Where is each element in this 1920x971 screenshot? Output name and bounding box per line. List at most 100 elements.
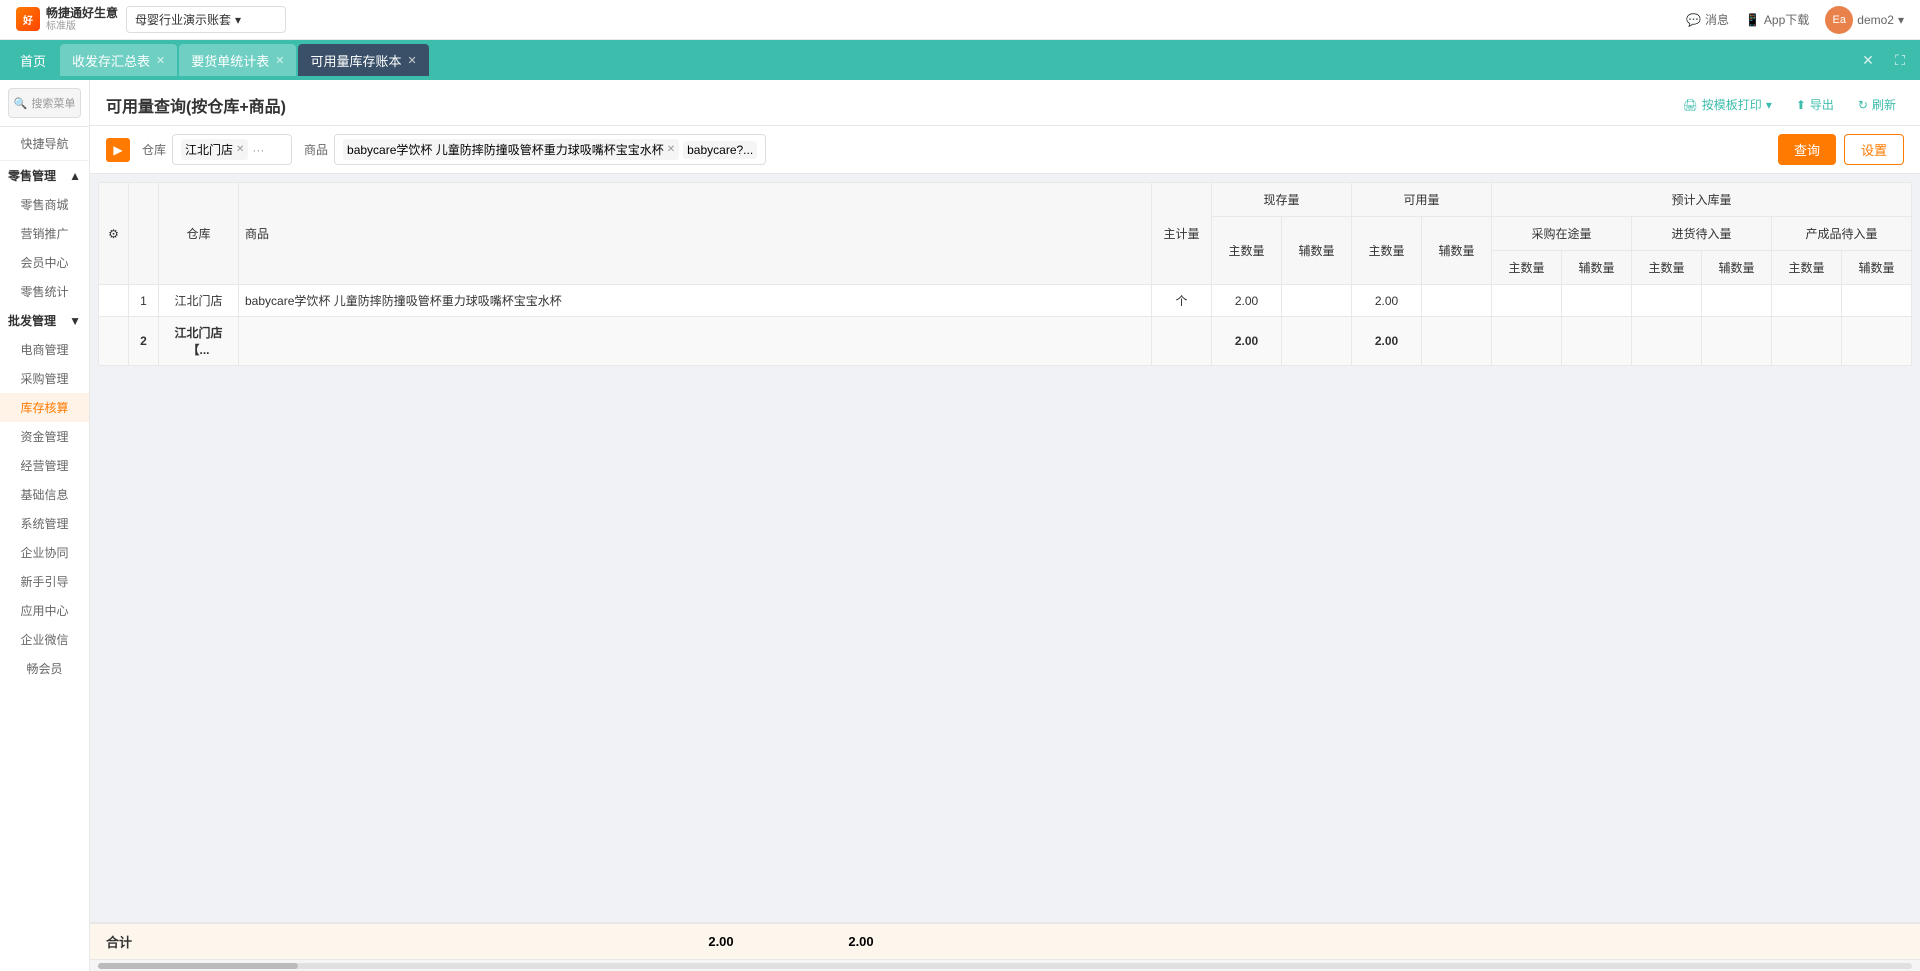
sidebar-item-ecommerce[interactable]: 电商管理 <box>0 335 89 364</box>
group-avail-aux <box>1422 317 1492 366</box>
phone-icon: 📱 <box>1745 13 1760 27</box>
filter-actions: 查询 设置 <box>1778 134 1904 165</box>
tab-close-available-stock[interactable]: ✕ <box>408 54 417 67</box>
nav-maximize-btn[interactable]: ⛶ <box>1888 48 1912 72</box>
sidebar-item-enterprise[interactable]: 企业协同 <box>0 538 89 567</box>
nav-tabs: 首页 收发存汇总表 ✕ 要货单统计表 ✕ 可用量库存账本 ✕ ✕ ⛶ <box>0 40 1920 80</box>
logo-area: 好 畅捷通好生意 标准版 <box>16 6 118 32</box>
warehouse-filter: 仓库 江北门店 ✕ ··· <box>142 134 292 165</box>
tab-home[interactable]: 首页 <box>8 44 58 76</box>
warehouse-tag-remove[interactable]: ✕ <box>236 144 244 155</box>
cell-purchase-main <box>1492 285 1562 317</box>
search-menu-btn[interactable]: 🔍 搜索菜单 <box>8 88 81 118</box>
th-settings[interactable]: ⚙ <box>99 183 129 285</box>
cell-no: 1 <box>129 285 159 317</box>
cell-product: babycare学饮杯 儿童防摔防撞吸管杯重力球吸嘴杯宝宝水杯 <box>239 285 1152 317</box>
setting-btn[interactable]: 设置 <box>1844 134 1904 165</box>
scroll-thumb[interactable] <box>98 963 298 969</box>
product-label: 商品 <box>304 141 328 158</box>
group-no: 2 <box>129 317 159 366</box>
logo-text: 畅捷通好生意 标准版 <box>46 6 118 32</box>
th-purchase-main: 主数量 <box>1492 251 1562 285</box>
th-production-pending: 产成品待入量 <box>1772 217 1912 251</box>
sidebar-item-appcenter[interactable]: 应用中心 <box>0 596 89 625</box>
group-product <box>239 317 1152 366</box>
th-product: 商品 <box>239 183 1152 285</box>
sidebar-item-vip[interactable]: 畅会员 <box>0 654 89 683</box>
th-incoming-aux: 辅数量 <box>1702 251 1772 285</box>
refresh-btn[interactable]: ↻ 刷新 <box>1850 92 1904 117</box>
user-chevron-icon: ▾ <box>1898 13 1904 27</box>
tab-income-summary[interactable]: 收发存汇总表 ✕ <box>60 44 177 76</box>
sidebar-item-basic[interactable]: 基础信息 <box>0 480 89 509</box>
sidebar-item-system[interactable]: 系统管理 <box>0 509 89 538</box>
avatar: Ea <box>1825 6 1853 34</box>
chevron-down-icon: ▼ <box>69 314 81 328</box>
query-btn[interactable]: 查询 <box>1778 134 1836 165</box>
warehouse-tag: 江北门店 ✕ <box>181 139 248 160</box>
export-btn[interactable]: ⬆ 导出 <box>1788 92 1842 117</box>
cell-production-main <box>1772 285 1842 317</box>
sidebar-item-wechat[interactable]: 企业微信 <box>0 625 89 654</box>
product-input[interactable]: babycare学饮杯 儿童防摔防撞吸管杯重力球吸嘴杯宝宝水杯 ✕ babyca… <box>334 134 766 165</box>
message-btn[interactable]: 💬 消息 <box>1686 11 1729 28</box>
th-current-stock: 现存量 <box>1212 183 1352 217</box>
th-avail-main-qty: 主数量 <box>1352 217 1422 285</box>
bottom-scroll[interactable] <box>90 959 1920 971</box>
cell-incoming-aux <box>1702 285 1772 317</box>
cell-unit: 个 <box>1152 285 1212 317</box>
top-bar: 好 畅捷通好生意 标准版 母婴行业演示账套 ▾ 💬 消息 📱 App下载 Ea … <box>0 0 1920 40</box>
product-filter: 商品 babycare学饮杯 儿童防摔防撞吸管杯重力球吸嘴杯宝宝水杯 ✕ bab… <box>304 134 766 165</box>
cell-stock-main: 2.00 <box>1212 285 1282 317</box>
table-row: 1 江北门店 babycare学饮杯 儿童防摔防撞吸管杯重力球吸嘴杯宝宝水杯 个… <box>99 285 1912 317</box>
th-purchase-aux: 辅数量 <box>1562 251 1632 285</box>
th-planned-in: 预计入库量 <box>1492 183 1912 217</box>
group-stock-main: 2.00 <box>1212 317 1282 366</box>
group-warehouse: 江北门店【... <box>159 317 239 366</box>
cell-stock-aux <box>1282 285 1352 317</box>
th-avail-aux-qty: 辅数量 <box>1422 217 1492 285</box>
tab-close-order-stats[interactable]: ✕ <box>275 54 284 67</box>
scroll-track[interactable] <box>98 963 1912 969</box>
table-container[interactable]: ⚙ 仓库 商品 主计量 现存量 可用量 预计入库量 主数量 辅数量 主数量 辅数… <box>90 174 1920 922</box>
data-table: ⚙ 仓库 商品 主计量 现存量 可用量 预计入库量 主数量 辅数量 主数量 辅数… <box>98 182 1912 366</box>
sidebar-item-purchase[interactable]: 采购管理 <box>0 364 89 393</box>
sidebar-item-marketing[interactable]: 营销推广 <box>0 219 89 248</box>
th-incoming-pending: 进货待入量 <box>1632 217 1772 251</box>
org-selector[interactable]: 母婴行业演示账套 ▾ <box>126 6 286 33</box>
app-download-btn[interactable]: 📱 App下载 <box>1745 11 1809 28</box>
sidebar-item-operations[interactable]: 经营管理 <box>0 451 89 480</box>
warehouse-ellipsis[interactable]: ··· <box>252 143 264 157</box>
top-bar-right: 💬 消息 📱 App下载 Ea demo2 ▾ <box>1686 6 1904 34</box>
sidebar-item-retail[interactable]: 零售管理 ▲ <box>0 161 89 190</box>
table-group-row: 2 江北门店【... 2.00 2.00 <box>99 317 1912 366</box>
sidebar-item-retail-stats[interactable]: 零售统计 <box>0 277 89 306</box>
nav-close-btn[interactable]: ✕ <box>1856 48 1880 72</box>
tab-available-stock[interactable]: 可用量库存账本 ✕ <box>298 44 428 76</box>
sidebar-item-quick-nav[interactable]: 快捷导航 <box>0 127 89 161</box>
cell-settings <box>99 285 129 317</box>
product-tag-remove[interactable]: ✕ <box>667 144 675 155</box>
sidebar-item-inventory[interactable]: 库存核算 <box>0 393 89 422</box>
sidebar-item-member[interactable]: 会员中心 <box>0 248 89 277</box>
warehouse-input[interactable]: 江北门店 ✕ ··· <box>172 134 292 165</box>
group-production-aux <box>1842 317 1912 366</box>
refresh-icon: ↻ <box>1858 98 1868 112</box>
cell-incoming-main <box>1632 285 1702 317</box>
filter-bar: ▶ 仓库 江北门店 ✕ ··· 商品 babycare学饮杯 儿童防摔防撞吸管杯… <box>90 126 1920 174</box>
warehouse-label: 仓库 <box>142 141 166 158</box>
sidebar-item-retail-mall[interactable]: 零售商城 <box>0 190 89 219</box>
user-menu[interactable]: Ea demo2 ▾ <box>1825 6 1904 34</box>
tab-close-income-summary[interactable]: ✕ <box>156 54 165 67</box>
filter-toggle-btn[interactable]: ▶ <box>106 138 130 162</box>
group-stock-aux <box>1282 317 1352 366</box>
template-print-btn[interactable]: 🖨 按模板打印 ▾ <box>1675 92 1780 117</box>
tab-order-stats[interactable]: 要货单统计表 ✕ <box>179 44 296 76</box>
sidebar-item-guide[interactable]: 新手引导 <box>0 567 89 596</box>
group-settings <box>99 317 129 366</box>
chevron-down-icon: ▾ <box>1766 98 1772 112</box>
sidebar-item-finance[interactable]: 资金管理 <box>0 422 89 451</box>
sidebar-item-wholesale[interactable]: 批发管理 ▼ <box>0 306 89 335</box>
group-avail-main: 2.00 <box>1352 317 1422 366</box>
cell-avail-main: 2.00 <box>1352 285 1422 317</box>
